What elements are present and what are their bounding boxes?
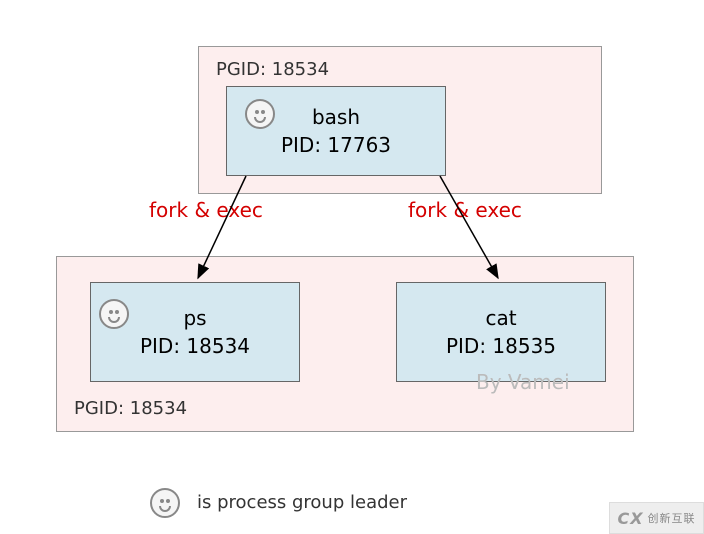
logo-text: 创新互联 — [648, 510, 696, 526]
process-name: cat — [397, 304, 605, 332]
smiley-icon — [150, 488, 180, 518]
process-pid: PID: 18534 — [91, 332, 299, 360]
process-pid: PID: 18535 — [397, 332, 605, 360]
smiley-icon — [99, 299, 129, 329]
process-pid: PID: 17763 — [227, 131, 445, 159]
watermark: By Vamei — [476, 370, 570, 394]
site-logo: CX创新互联 — [609, 502, 704, 534]
process-ps: ps PID: 18534 — [90, 282, 300, 382]
fork-exec-label-right: fork & exec — [408, 198, 522, 222]
fork-exec-label-left: fork & exec — [149, 198, 263, 222]
process-cat: cat PID: 18535 — [396, 282, 606, 382]
pgid-label-top: PGID: 18534 — [216, 59, 329, 80]
pgid-label-bottom: PGID: 18534 — [74, 398, 187, 419]
process-bash: bash PID: 17763 — [226, 86, 446, 176]
legend-text: is process group leader — [197, 492, 407, 513]
smiley-icon — [245, 99, 275, 129]
